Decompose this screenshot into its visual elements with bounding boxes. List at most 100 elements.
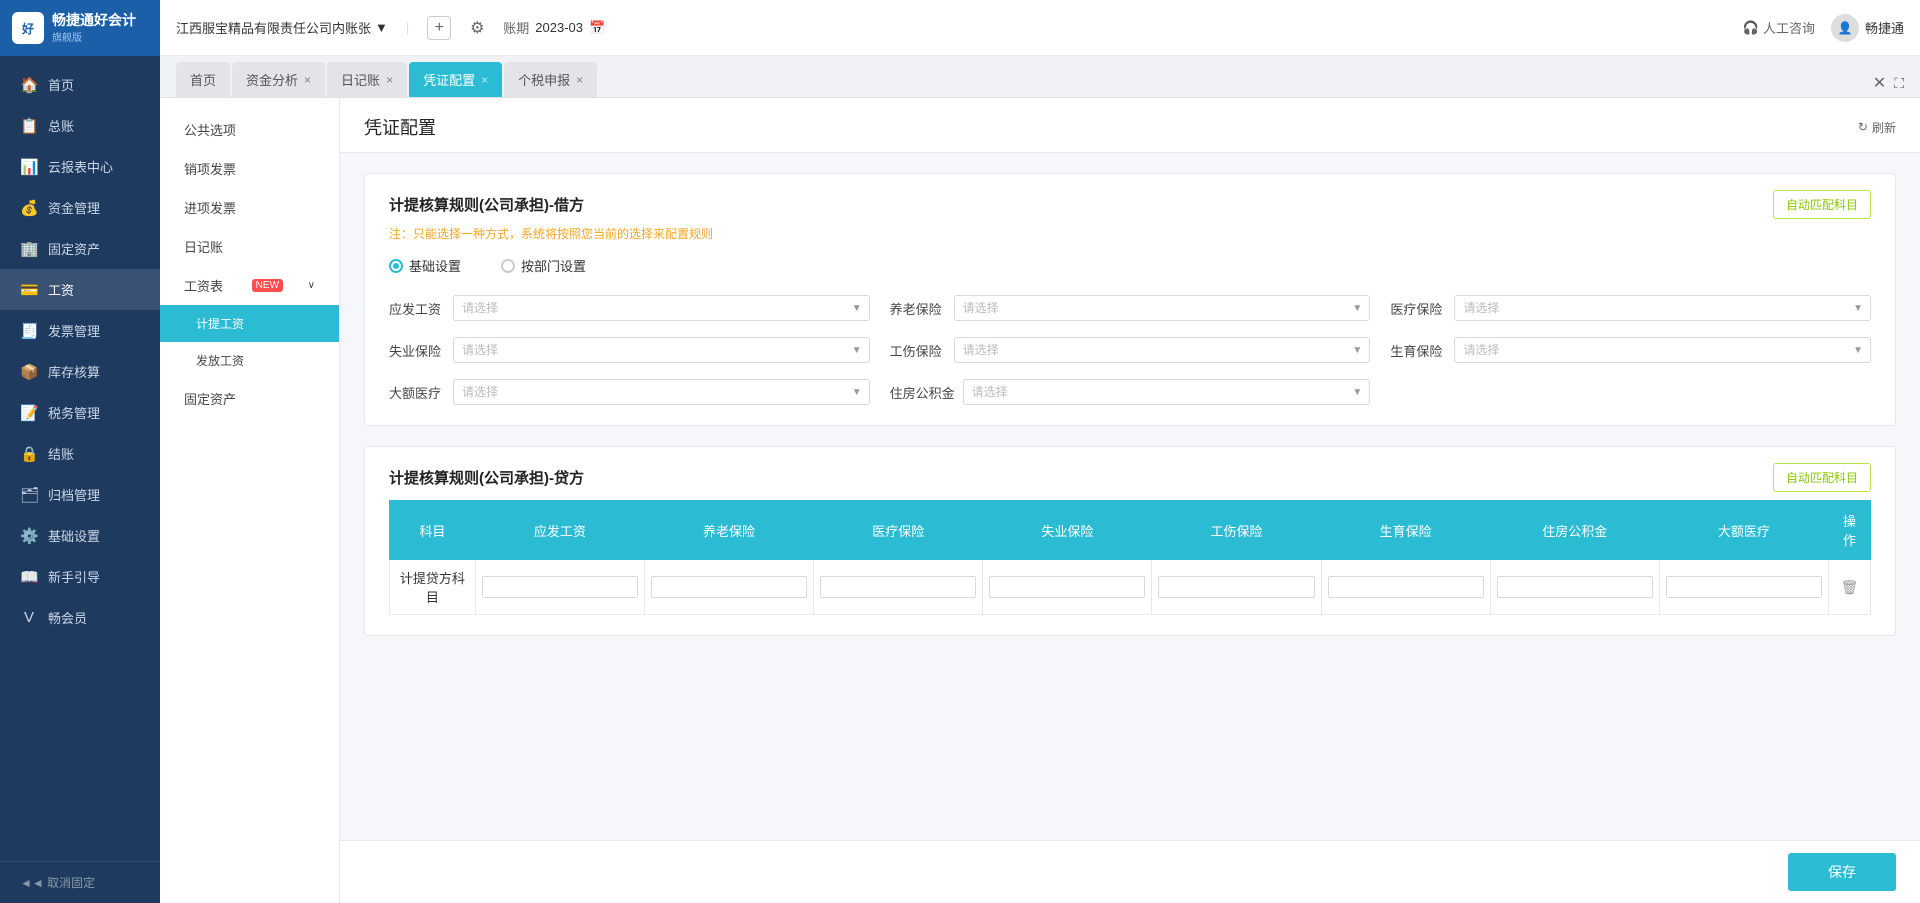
select-basic_salary[interactable]: 请选择 [453, 295, 870, 321]
settings-icon[interactable]: ⚙ [463, 14, 491, 42]
sidebar-item-archive[interactable]: 🗂归档管理 [0, 474, 160, 515]
tab-bar: 首页资金分析×日记账×凭证配置×个税申报× ✕ ⛶ [160, 56, 1920, 98]
left-menu-journal[interactable]: 日记账 [160, 227, 339, 266]
select-wrapper-work_injury: 请选择 ▼ [954, 337, 1371, 363]
cell-input-0-1[interactable] [651, 576, 807, 598]
left-menu-sales_invoice[interactable]: 销项发票 [160, 149, 339, 188]
tab-tax_return[interactable]: 个税申报× [504, 62, 597, 97]
cell-input-0-4[interactable] [1158, 576, 1314, 598]
field-work_injury: 工伤保险 请选择 ▼ [890, 337, 1371, 363]
field-maternity: 生育保险 请选择 ▼ [1390, 337, 1871, 363]
refresh-button[interactable]: ↻ 刷新 [1858, 119, 1896, 136]
select-unemployment[interactable]: 请选择 [453, 337, 870, 363]
debit-section: 自动匹配科目 计提核算规则(公司承担)-借方 注：只能选择一种方式，系统将按照您… [364, 173, 1896, 426]
sidebar-item-reports[interactable]: 📊云报表中心 [0, 146, 160, 187]
sidebar-item-home[interactable]: 🏠首页 [0, 64, 160, 105]
th-科目: 科目 [390, 501, 476, 560]
sidebar-item-tax[interactable]: 📝税务管理 [0, 392, 160, 433]
select-housing_fund[interactable]: 请选择 [963, 379, 1371, 405]
debit-auto-match-button[interactable]: 自动匹配科目 [1773, 190, 1871, 219]
sidebar-collapse-btn[interactable]: ◄◄ 取消固定 [0, 861, 160, 903]
tab-expand-icon[interactable]: ⛶ [1894, 75, 1904, 92]
chevron-down-icon: ▼ [375, 20, 388, 35]
inventory-icon: 📦 [20, 363, 38, 381]
page-header: 凭证配置 ↻ 刷新 [340, 98, 1920, 153]
funds-icon: 💰 [20, 199, 38, 217]
main-content: 自动匹配科目 计提核算规则(公司承担)-借方 注：只能选择一种方式，系统将按照您… [340, 153, 1920, 840]
tab-voucher_config[interactable]: 凭证配置× [409, 62, 502, 97]
field-pension: 养老保险 请选择 ▼ [890, 295, 1371, 321]
guide-icon: 📖 [20, 568, 38, 586]
select-wrapper-medical: 请选择 ▼ [1454, 295, 1871, 321]
sidebar-item-inventory[interactable]: 📦库存核算 [0, 351, 160, 392]
debit-section-note: 注：只能选择一种方式，系统将按照您当前的选择来配置规则 [389, 225, 1871, 242]
sidebar-item-member[interactable]: V畅会员 [0, 597, 160, 638]
cell-input-0-6[interactable] [1497, 576, 1653, 598]
th-操作: 操作 [1828, 501, 1870, 560]
th-大额医疗: 大额医疗 [1659, 501, 1828, 560]
field-label-unemployment: 失业保险 [389, 341, 445, 360]
delete-row-icon[interactable]: 🗑 [1841, 579, 1859, 595]
radio-dept-circle[interactable] [501, 259, 515, 273]
field-label-maternity: 生育保险 [1390, 341, 1446, 360]
left-menu-public[interactable]: 公共选项 [160, 110, 339, 149]
cell-input-0-7[interactable] [1666, 576, 1822, 598]
reports-icon: 📊 [20, 158, 38, 176]
sidebar-item-salary[interactable]: 💳工资 [0, 269, 160, 310]
tab-home[interactable]: 首页 [176, 62, 230, 97]
th-住房公积金: 住房公积金 [1490, 501, 1659, 560]
tab-close-tax_return[interactable]: × [576, 73, 583, 87]
radio-basic-circle[interactable] [389, 259, 403, 273]
invoice-icon: 🧾 [20, 322, 38, 340]
sidebar-item-assets[interactable]: 🏢固定资产 [0, 228, 160, 269]
period-selector[interactable]: 账期 2023-03 📅 [503, 18, 605, 37]
cell-input-0-0[interactable] [482, 576, 638, 598]
sidebar-item-funds[interactable]: 💰资金管理 [0, 187, 160, 228]
tab-close-journal[interactable]: × [386, 73, 393, 87]
sidebar-item-guide[interactable]: 📖新手引导 [0, 556, 160, 597]
td-value-4 [1152, 560, 1321, 615]
tab-close-fund_analysis[interactable]: × [304, 73, 311, 87]
tab-close-voucher_config[interactable]: × [481, 73, 488, 87]
radio-group: 基础设置 按部门设置 [389, 256, 1871, 275]
left-menu-pay_salary[interactable]: 发放工资 [160, 342, 339, 379]
sidebar-item-basic[interactable]: ⚙️基础设置 [0, 515, 160, 556]
help-button[interactable]: 🎧 人工咨询 [1743, 18, 1815, 37]
close-icon: 🔒 [20, 445, 38, 463]
refresh-icon: ↻ [1858, 120, 1868, 134]
th-工伤保险: 工伤保险 [1152, 501, 1321, 560]
tab-journal[interactable]: 日记账× [327, 62, 407, 97]
td-value-5 [1321, 560, 1490, 615]
tab-fund_analysis[interactable]: 资金分析× [232, 62, 325, 97]
archive-icon: 🗂 [20, 486, 38, 504]
select-work_injury[interactable]: 请选择 [954, 337, 1371, 363]
select-medical[interactable]: 请选择 [1454, 295, 1871, 321]
cell-input-0-5[interactable] [1328, 576, 1484, 598]
radio-basic[interactable]: 基础设置 [389, 256, 461, 275]
select-pension[interactable]: 请选择 [954, 295, 1371, 321]
radio-dept[interactable]: 按部门设置 [501, 256, 586, 275]
sidebar-item-close[interactable]: 🔒结账 [0, 433, 160, 474]
save-button[interactable]: 保存 [1788, 853, 1896, 891]
user-menu[interactable]: 👤 畅捷通 [1831, 14, 1904, 42]
left-menu-fixed_assets[interactable]: 固定资产 [160, 379, 339, 418]
sidebar-item-invoice[interactable]: 🧾发票管理 [0, 310, 160, 351]
left-menu-purchase_invoice[interactable]: 进项发票 [160, 188, 339, 227]
left-menu-salary_table[interactable]: 工资表NEW∨ [160, 266, 339, 305]
field-basic_salary: 应发工资 请选择 ▼ [389, 295, 870, 321]
sidebar: 好 畅捷通好会计 旗舰版 🏠首页📋总账📊云报表中心💰资金管理🏢固定资产💳工资🧾发… [0, 0, 160, 903]
select-large_medical[interactable]: 请选择 [453, 379, 870, 405]
sidebar-item-ledger[interactable]: 📋总账 [0, 105, 160, 146]
td-delete: 🗑 [1828, 560, 1870, 615]
tab-close-all-icon[interactable]: ✕ [1873, 73, 1886, 93]
field-label-large_medical: 大额医疗 [389, 383, 445, 402]
credit-auto-match-button[interactable]: 自动匹配科目 [1773, 463, 1871, 492]
company-selector[interactable]: 江西服宝精品有限责任公司内账张 ▼ [176, 18, 388, 37]
content-area: 公共选项销项发票进项发票日记账工资表NEW∨计提工资发放工资固定资产 凭证配置 … [160, 98, 1920, 903]
cell-input-0-3[interactable] [989, 576, 1145, 598]
select-maternity[interactable]: 请选择 [1454, 337, 1871, 363]
th-失业保险: 失业保险 [983, 501, 1152, 560]
cell-input-0-2[interactable] [820, 576, 976, 598]
left-menu-calc_salary[interactable]: 计提工资 [160, 305, 339, 342]
add-company-button[interactable]: + [427, 16, 451, 40]
